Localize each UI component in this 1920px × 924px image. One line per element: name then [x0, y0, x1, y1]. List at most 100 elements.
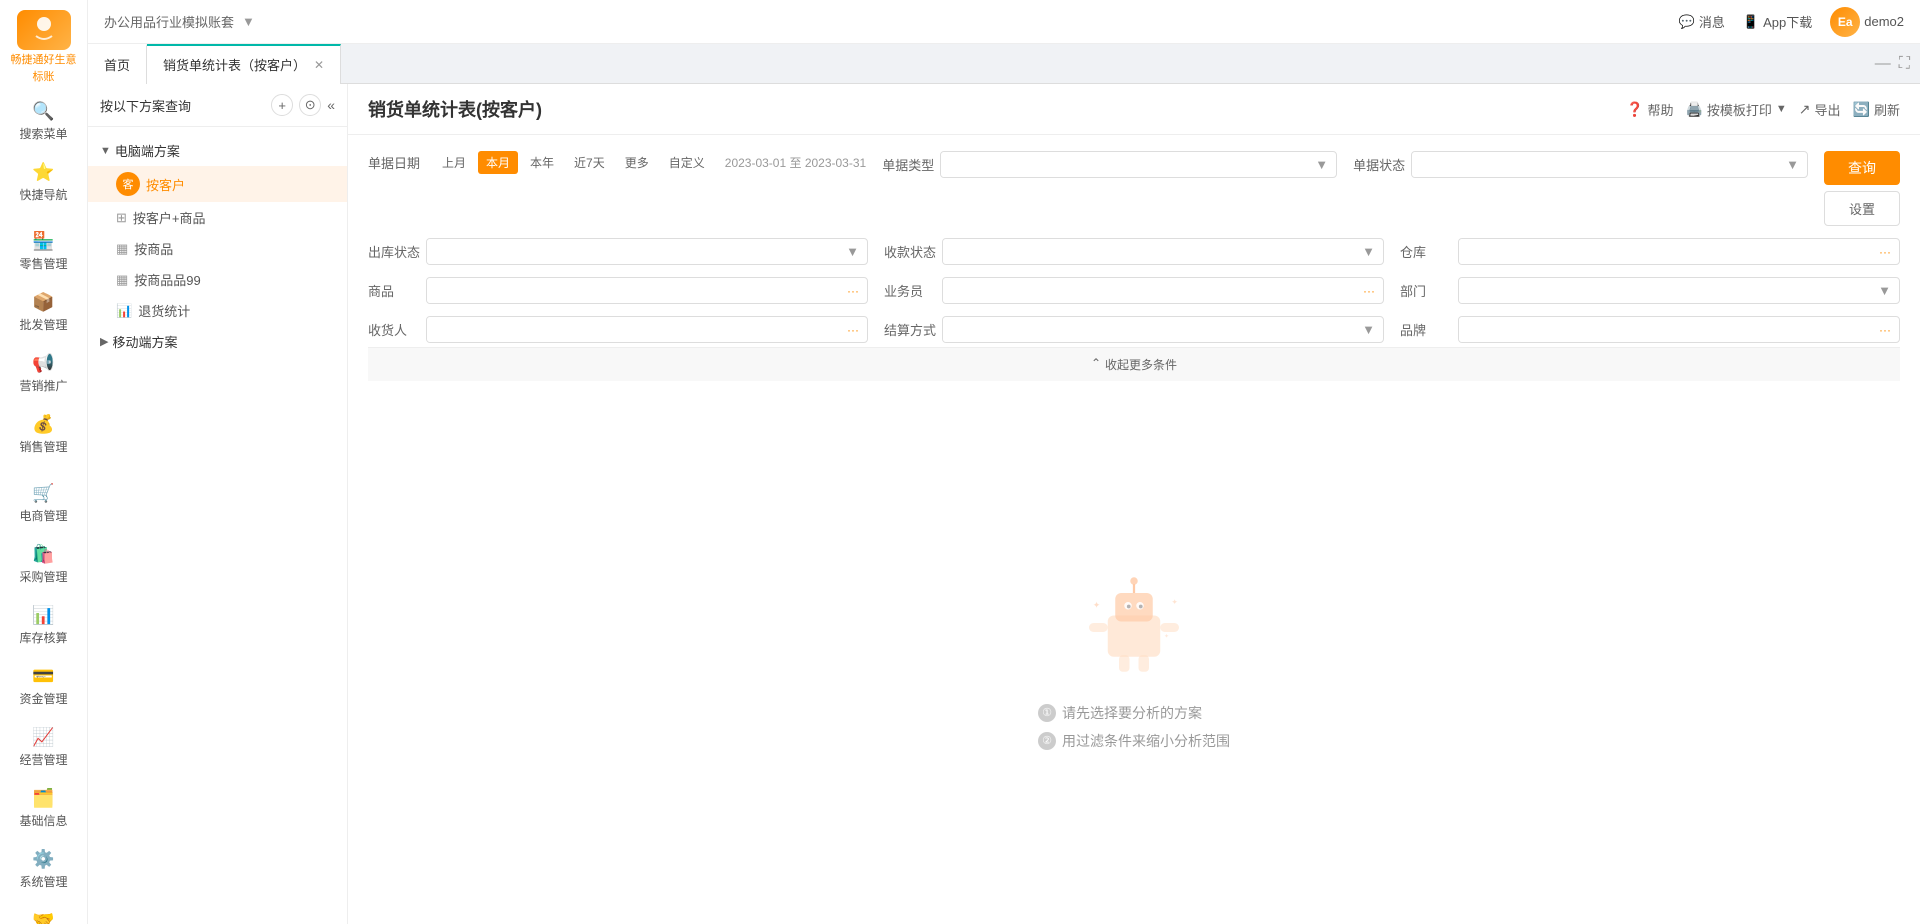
date-shortcuts: 上月 本月 本年 近7天 更多 自定义 2023-03-01 至 2023-03… — [434, 151, 866, 174]
refresh-label: 刷新 — [1874, 100, 1900, 119]
tab-minimize-btn[interactable]: — — [1875, 55, 1891, 73]
refresh-icon: 🔄 — [1853, 101, 1870, 118]
print-btn[interactable]: 🖨️ 按模板打印 ▼ — [1685, 100, 1786, 119]
collect-status-input[interactable] — [943, 239, 1354, 264]
page-actions: ❓ 帮助 🖨️ 按模板打印 ▼ ↗ 导出 🔄 刷新 — [1626, 100, 1900, 119]
date-this-month[interactable]: 本月 — [478, 151, 518, 174]
sidebar-item-purchase[interactable]: 🛍️ 采购管理 — [0, 534, 87, 595]
warehouse-input[interactable] — [1459, 239, 1871, 264]
tab-home[interactable]: 首页 — [88, 44, 147, 84]
mobile-group-header[interactable]: ▶ 移动端方案 — [88, 326, 347, 357]
scheme-item-return-stats[interactable]: 📊 退货统计 — [88, 295, 347, 326]
date-this-year[interactable]: 本年 — [522, 151, 562, 174]
empty-illustration: ✦ ✦ ✦ — [1074, 563, 1194, 683]
tab-sales-stats-label: 销货单统计表（按客户） — [163, 55, 306, 74]
salesman-input[interactable] — [943, 278, 1355, 303]
consignee-input[interactable] — [427, 317, 839, 342]
sidebar-item-wholesale[interactable]: 📦 批发管理 — [0, 282, 87, 343]
collapse-up-icon: ⌃ — [1091, 356, 1101, 373]
date-last-month[interactable]: 上月 — [434, 151, 474, 174]
sidebar-operations-label: 经营管理 — [19, 751, 67, 768]
tab-close-btn[interactable]: ✕ — [314, 58, 324, 72]
doc-status-label: 单据状态 — [1353, 155, 1405, 174]
scheme-item-by-goods[interactable]: ▦ 按商品 — [88, 233, 347, 264]
date-last-7[interactable]: 近7天 — [566, 151, 613, 174]
content-area: 销货单统计表(按客户) ❓ 帮助 🖨️ 按模板打印 ▼ ↗ 导出 — [348, 84, 1920, 924]
sidebar-item-sales[interactable]: 💰 销售管理 — [0, 404, 87, 465]
doc-type-dropdown-btn[interactable]: ▼ — [1307, 152, 1336, 177]
settings-btn[interactable]: 设置 — [1824, 191, 1900, 226]
sidebar-item-inventory[interactable]: 📊 库存核算 — [0, 595, 87, 656]
doc-status-input[interactable] — [1412, 152, 1778, 177]
basicinfo-icon: 🗂️ — [32, 788, 54, 809]
sidebar-item-finance[interactable]: 💳 资金管理 — [0, 656, 87, 717]
sidebar-item-basic-info[interactable]: 🗂️ 基础信息 — [0, 778, 87, 839]
add-scheme-btn[interactable]: + — [271, 94, 293, 116]
sidebar-item-ecommerce[interactable]: 🛒 电商管理 — [0, 473, 87, 534]
app-download-btn[interactable]: 📱 App下载 — [1743, 12, 1812, 31]
scheme-item-by-customer[interactable]: 客 按客户 — [88, 166, 347, 202]
date-more[interactable]: 更多 — [617, 151, 657, 174]
tip-2-text: 用过滤条件来缩小分析范围 — [1062, 731, 1230, 751]
sidebar-item-enterprise[interactable]: 🤝 企业协同 — [0, 900, 87, 924]
industry-dropdown-icon[interactable]: ▼ — [242, 14, 255, 29]
scheme-item-by-goods-99[interactable]: ▦ 按商品品99 — [88, 264, 347, 295]
finance-icon: 💳 — [32, 666, 54, 687]
dept-input[interactable] — [1459, 278, 1870, 303]
scheme-item-by-customer-goods[interactable]: ⊞ 按客户+商品 — [88, 202, 347, 233]
brand-input[interactable] — [1459, 317, 1871, 342]
dept-dropdown-btn[interactable]: ▼ — [1870, 278, 1899, 303]
date-filter-label: 单据日期 — [368, 153, 428, 172]
retail-icon: 🏪 — [32, 231, 54, 252]
desktop-group-header[interactable]: ▼ 电脑端方案 — [88, 135, 347, 166]
logo-subtitle: 标账 — [33, 70, 55, 84]
collect-status-dropdown-btn[interactable]: ▼ — [1354, 239, 1383, 264]
user-name-label: demo2 — [1864, 14, 1904, 29]
sales-icon: 💰 — [32, 414, 54, 435]
sidebar-item-quick-nav[interactable]: ⭐ 快捷导航 — [0, 152, 87, 213]
salesman-dots-btn[interactable]: ··· — [1355, 279, 1383, 303]
desktop-scheme-group: ▼ 电脑端方案 客 按客户 ⊞ 按客户+商品 ▦ 按商品 — [88, 135, 347, 326]
sidebar-item-retail[interactable]: 🏪 零售管理 — [0, 221, 87, 282]
tab-maximize-btn[interactable]: ⛶ — [1899, 55, 1910, 73]
goods-input[interactable] — [427, 278, 839, 303]
doc-type-input[interactable] — [941, 152, 1307, 177]
query-btn[interactable]: 查询 — [1824, 151, 1900, 185]
export-btn[interactable]: ↗ 导出 — [1799, 100, 1841, 119]
empty-state: ✦ ✦ ✦ ① 请先选择要分析的方案 ② 用过滤条件来缩小分析范围 — [348, 397, 1920, 924]
sidebar-item-system[interactable]: ⚙️ 系统管理 — [0, 839, 87, 900]
doc-status-dropdown-btn[interactable]: ▼ — [1778, 152, 1807, 177]
empty-tips: ① 请先选择要分析的方案 ② 用过滤条件来缩小分析范围 — [1038, 703, 1230, 759]
by-goods-99-icon: ▦ — [116, 272, 128, 288]
sidebar-basicinfo-label: 基础信息 — [19, 812, 67, 829]
group-expand-icon: ▼ — [100, 145, 111, 157]
user-menu-btn[interactable]: Ea demo2 — [1830, 7, 1904, 37]
sidebar-finance-label: 资金管理 — [19, 690, 67, 707]
settlement-input[interactable] — [943, 317, 1354, 342]
collapse-scheme-btn[interactable]: « — [327, 97, 335, 113]
message-btn[interactable]: 💬 消息 — [1679, 12, 1725, 31]
sidebar-item-operations[interactable]: 📈 经营管理 — [0, 717, 87, 778]
message-icon: 💬 — [1679, 14, 1695, 30]
settlement-dropdown-btn[interactable]: ▼ — [1354, 317, 1383, 342]
refresh-btn[interactable]: 🔄 刷新 — [1853, 100, 1900, 119]
svg-text:✦: ✦ — [1172, 597, 1179, 606]
consignee-dots-btn[interactable]: ··· — [839, 318, 867, 342]
collapse-more-conditions-btn[interactable]: ⌃ 收起更多条件 — [368, 347, 1900, 381]
export-label: 导出 — [1815, 100, 1841, 119]
sidebar-retail-label: 零售管理 — [19, 255, 67, 272]
tab-sales-stats[interactable]: 销货单统计表（按客户） ✕ — [147, 44, 341, 84]
goods-dots-btn[interactable]: ··· — [839, 279, 867, 303]
help-btn[interactable]: ❓ 帮助 — [1626, 100, 1673, 119]
warehouse-dots-btn[interactable]: ··· — [1871, 240, 1899, 264]
operations-icon: 📈 — [32, 727, 54, 748]
brand-dots-btn[interactable]: ··· — [1871, 318, 1899, 342]
sidebar-item-marketing[interactable]: 📢 营销推广 — [0, 343, 87, 404]
purchase-icon: 🛍️ — [32, 544, 54, 565]
sidebar-system-label: 系统管理 — [19, 873, 67, 890]
out-status-dropdown-btn[interactable]: ▼ — [838, 239, 867, 264]
date-custom[interactable]: 自定义 — [661, 151, 713, 174]
sidebar-item-search[interactable]: 🔍 搜索菜单 — [0, 91, 87, 152]
edit-scheme-btn[interactable]: ⊙ — [299, 94, 321, 116]
out-status-input[interactable] — [427, 239, 838, 264]
